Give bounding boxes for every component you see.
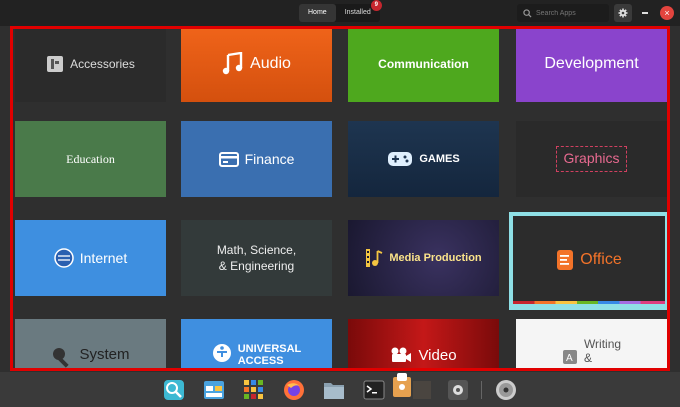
category-label: GAMES (419, 153, 460, 165)
disc-icon (496, 380, 516, 400)
mode-switch: Home Installed 9 (299, 0, 382, 22)
calendar-icon (204, 381, 224, 399)
category-label-line2: & Engineering (218, 259, 295, 273)
category-label: Finance (244, 151, 295, 167)
category-label: Media Production (389, 252, 482, 264)
universal-access-labels: UNIVERSAL ACCESS (238, 343, 302, 367)
tab-installed-label: Installed (344, 9, 371, 16)
category-label: UNIVERSAL (237, 343, 302, 355)
category-audio[interactable]: Audio (181, 26, 332, 102)
category-label: Development (544, 55, 639, 72)
category-label: Video (418, 347, 457, 364)
category-label: Graphics (563, 150, 620, 166)
dock-files[interactable] (322, 378, 346, 402)
dock-terminal[interactable] (362, 378, 386, 402)
video-camera-icon (390, 347, 412, 363)
category-label: System (79, 346, 130, 363)
tab-installed[interactable]: Installed 9 (336, 0, 382, 22)
app-grid-icon (244, 380, 263, 399)
film-note-icon (365, 247, 383, 269)
gamepad-icon (387, 150, 413, 168)
category-label: Office (580, 251, 622, 268)
category-education[interactable]: Education (15, 121, 166, 197)
accessibility-icon (212, 343, 232, 363)
dock-firefox[interactable] (282, 378, 306, 402)
category-system[interactable]: System (15, 319, 166, 371)
magnifier-icon (164, 380, 184, 400)
dock-separator (481, 381, 482, 399)
close-icon: × (664, 8, 670, 18)
category-grid: Accessories Audio Communication Developm… (10, 26, 670, 371)
tab-home[interactable]: Home (299, 4, 336, 22)
files-icon (324, 383, 344, 399)
graphics-selection-box: Graphics (556, 146, 627, 172)
settings-button[interactable] (614, 4, 632, 22)
dock-magnifier[interactable] (162, 378, 186, 402)
firefox-icon (284, 380, 304, 400)
dock-app-grid[interactable] (242, 378, 266, 402)
category-development[interactable]: Development (516, 26, 667, 102)
close-button[interactable]: × (660, 6, 674, 20)
category-accessories[interactable]: Accessories (15, 26, 166, 102)
dictionary-icon: A (562, 349, 578, 365)
updates-badge: 9 (370, 0, 382, 11)
dock-window-preview (410, 378, 434, 402)
category-label: Accessories (70, 57, 135, 71)
category-internet[interactable]: Internet (15, 220, 166, 296)
dock-calendar[interactable] (202, 378, 226, 402)
wrench-icon (51, 346, 73, 368)
music-note-icon (222, 52, 244, 76)
document-icon (556, 249, 574, 271)
category-label: Internet (79, 250, 128, 266)
writing-labels: Writing & (584, 337, 621, 365)
category-video[interactable]: Video (348, 319, 499, 371)
search-input[interactable] (536, 9, 606, 17)
category-label-line2: ACCESS (237, 355, 284, 367)
dock-settings[interactable] (446, 378, 470, 402)
category-label: Communication (378, 57, 469, 71)
office-tile-inner: Office (513, 216, 665, 304)
globe-icon (54, 248, 74, 268)
search-field[interactable] (517, 4, 609, 22)
category-label-line2: & (583, 351, 592, 365)
office-stripe (513, 301, 665, 304)
svg-text:A: A (566, 353, 573, 364)
terminal-icon (363, 380, 385, 400)
category-communication[interactable]: Communication (348, 26, 499, 102)
category-label: Education (66, 151, 115, 166)
settings-icon (448, 380, 468, 400)
window-preview-icon (413, 381, 431, 399)
tab-home-label: Home (308, 9, 327, 16)
minimize-button[interactable] (642, 12, 648, 14)
category-media-production[interactable]: Media Production (348, 220, 499, 296)
category-graphics[interactable]: Graphics (516, 121, 667, 197)
category-universal-access[interactable]: UNIVERSAL ACCESS (181, 319, 332, 371)
accessories-icon (46, 55, 64, 73)
category-writing-language[interactable]: A Writing & (516, 319, 667, 371)
dock-disc[interactable] (494, 378, 518, 402)
search-icon (523, 8, 532, 18)
category-office[interactable]: Office (509, 212, 669, 310)
gear-icon (618, 8, 628, 18)
app-center-window: Home Installed 9 × Accessories Audio Com… (0, 0, 680, 407)
category-finance[interactable]: Finance (181, 121, 332, 197)
category-label: Math, Science, (216, 243, 297, 257)
category-label: Audio (250, 55, 291, 72)
dock (0, 372, 680, 407)
category-math-science[interactable]: Math, Science, & Engineering (181, 220, 332, 296)
category-games[interactable]: GAMES (348, 121, 499, 197)
header-bar: Home Installed 9 × (0, 0, 680, 26)
category-label: Writing (583, 337, 622, 351)
credit-card-icon (218, 151, 239, 167)
